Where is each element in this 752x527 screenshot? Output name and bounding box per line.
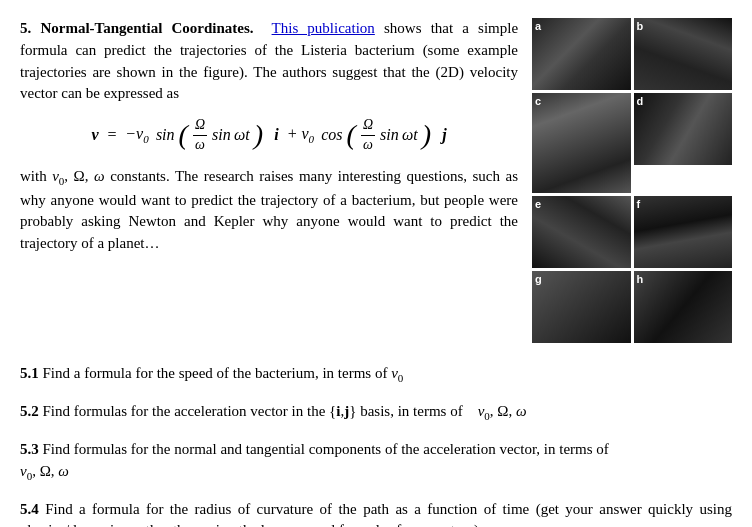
image-a-label: a [535,20,541,32]
q51-text: Find a formula for the speed of the bact… [43,365,404,381]
image-b: b [634,18,733,90]
image-g: g [532,271,631,343]
image-f: f [634,196,733,268]
sin-wt-1: sin ωt [212,126,250,144]
close-paren-1: ) [254,121,263,149]
cos1: cos [318,126,343,144]
j-vector: j [442,126,446,144]
neg-v0: −v0 [125,125,148,145]
velocity-formula: v = −v0 sin ( Ω ω sin ωt ) i + v0 cos ( … [20,117,518,154]
close-paren-2: ) [422,121,431,149]
q53-text: Find formulas for the normal and tangent… [43,441,609,457]
image-h: h [634,271,733,343]
fraction-2: Ω ω [361,117,375,154]
q52-text: Find formulas for the acceleration vecto… [43,403,527,419]
i-vector: i [274,126,278,144]
image-c-label: c [535,95,541,107]
q51-number: 5.1 [20,365,39,381]
sin-wt-2: sin ωt [380,126,418,144]
image-b-label: b [637,20,644,32]
plus: + v0 [283,125,314,145]
open-paren-2: ( [347,121,356,149]
sin1: sin [153,126,175,144]
q53-number: 5.3 [20,441,39,457]
q54-number: 5.4 [20,501,39,517]
image-g-label: g [535,273,542,285]
questions-section: 5.1 Find a formula for the speed of the … [20,363,732,527]
fraction-1: Ω ω [193,117,207,154]
question-5-1: 5.1 Find a formula for the speed of the … [20,363,732,387]
question-5-4: 5.4 Find a formula for the radius of cur… [20,499,732,527]
q54-text: Find a formula for the radius of curvatu… [20,501,732,527]
q52-number: 5.2 [20,403,39,419]
image-a: a [532,18,631,90]
text-section: 5. Normal-Tangential Coordinates. This p… [20,18,532,343]
problem-title: Normal-Tangential Coordinates. [40,20,253,36]
question-5-2: 5.2 Find formulas for the acceleration v… [20,401,732,425]
main-content: 5. Normal-Tangential Coordinates. This p… [20,18,732,343]
question-5-3: 5.3 Find formulas for the normal and tan… [20,439,732,485]
image-e: e [532,196,631,268]
with-paragraph: with v0, Ω, ω constants. The research ra… [20,166,518,255]
problem-number: 5. [20,20,31,36]
image-f-label: f [637,198,641,210]
publication-link[interactable]: This publication [272,20,375,36]
expressed-as: expressed as [104,85,179,101]
q53-vars: v0, Ω, ω [20,463,69,479]
image-d: d [634,93,733,165]
v-vector: v [91,126,98,144]
intro-paragraph: 5. Normal-Tangential Coordinates. This p… [20,18,518,105]
equals: = [102,126,121,144]
microscopy-images: a b c d e f g h [532,18,732,343]
image-e-label: e [535,198,541,210]
image-h-label: h [637,273,644,285]
open-paren-1: ( [179,121,188,149]
image-d-label: d [637,95,644,107]
image-c: c [532,93,631,193]
